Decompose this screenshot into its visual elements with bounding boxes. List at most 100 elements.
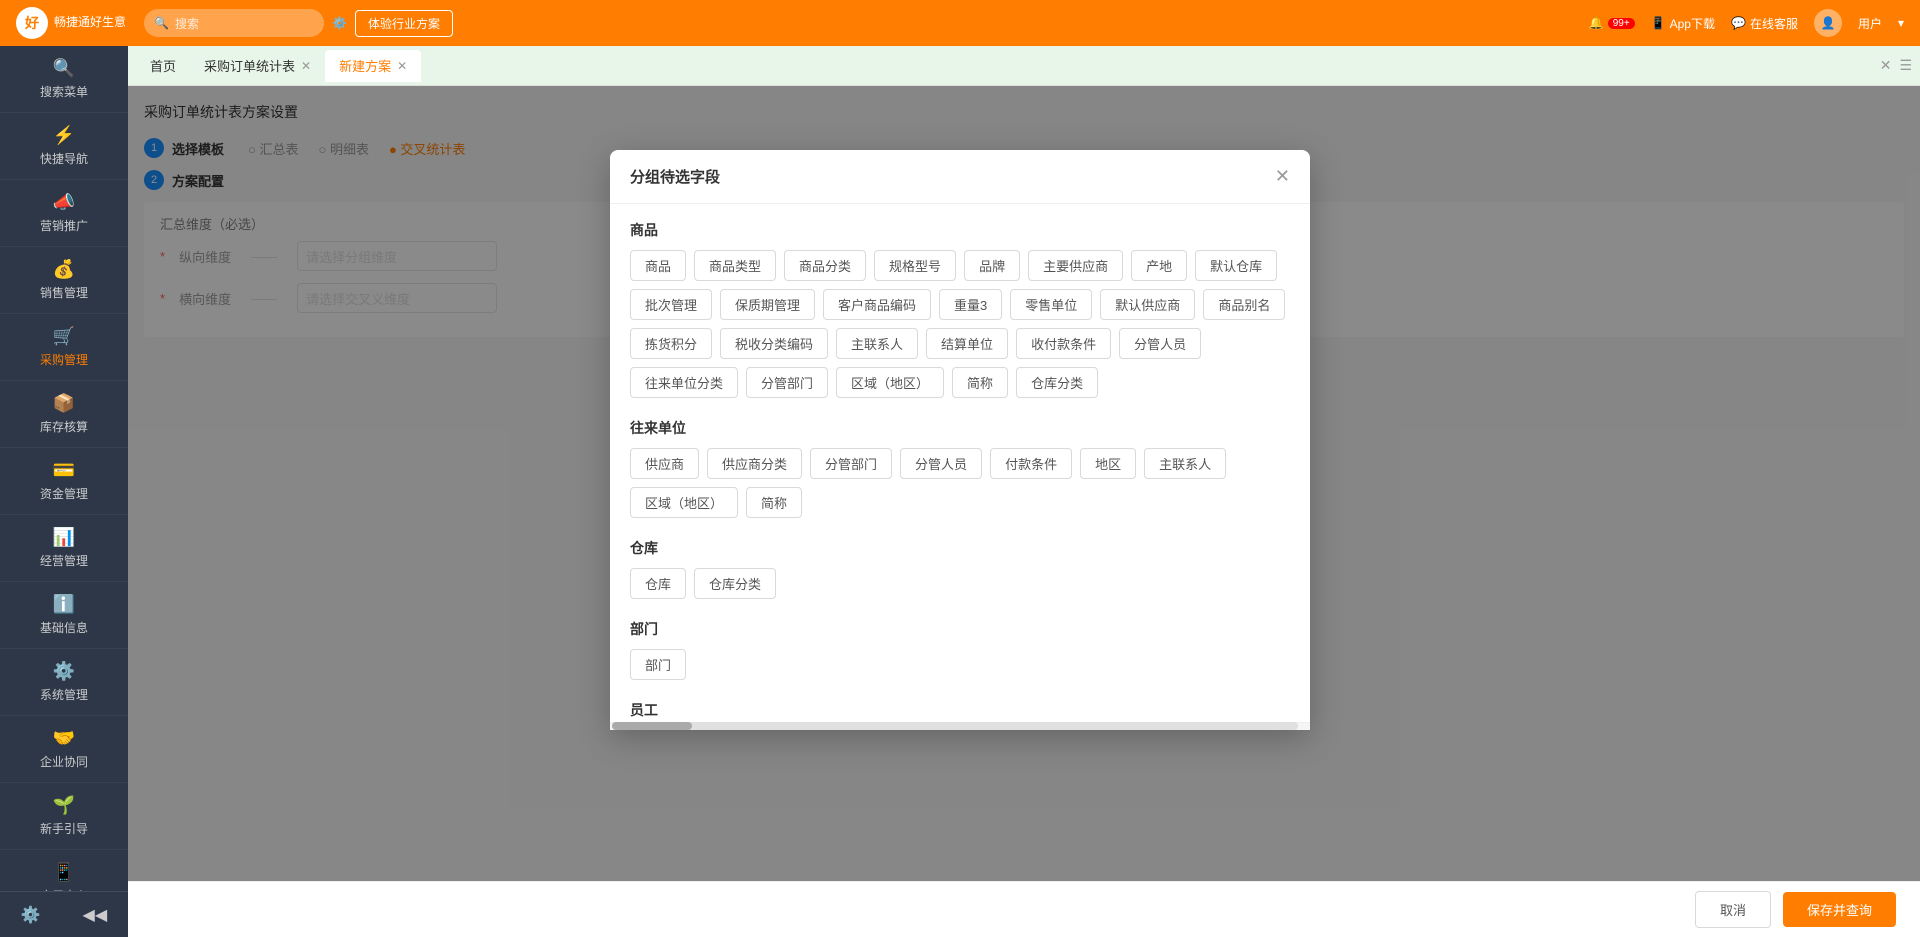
notification-icon: 🔔 [1589,16,1604,30]
field-tag[interactable]: 往来单位分类 [630,367,738,398]
sidebar-item-system[interactable]: ⚙️ 系统管理 [0,649,128,716]
tab-close-all-icon[interactable]: ✕ [1880,57,1892,74]
sidebar-item-label: 营销推广 [40,217,88,234]
field-tag[interactable]: 收付款条件 [1016,328,1111,359]
field-tag[interactable]: 结算单位 [926,328,1008,359]
sidebar-item-collab[interactable]: 🤝 企业协同 [0,716,128,783]
field-tag[interactable]: 商品类型 [694,250,776,281]
field-tag[interactable]: 付款条件 [990,448,1072,479]
field-tag[interactable]: 产地 [1131,250,1187,281]
sidebar-item-label: 搜索菜单 [40,83,88,100]
settings-icon[interactable]: ⚙️ [332,16,347,30]
field-tag[interactable]: 商品 [630,250,686,281]
field-group-employee: 员工 业务员 [630,700,1290,722]
sidebar-item-marketing[interactable]: 📣 营销推广 [0,180,128,247]
field-tag[interactable]: 分管部门 [746,367,828,398]
field-tag[interactable]: 供应商分类 [707,448,802,479]
header-right: 🔔 99+ 📱 App下载 💬 在线客服 👤 用户 ▾ [1589,9,1904,37]
sidebar-item-label: 新手引导 [40,820,88,837]
notification-item[interactable]: 🔔 99+ [1589,16,1635,30]
field-tag[interactable]: 部门 [630,649,686,680]
field-tag[interactable]: 分管人员 [1119,328,1201,359]
search-bar[interactable]: 🔍 搜索 [144,9,324,37]
field-tag[interactable]: 仓库分类 [1016,367,1098,398]
field-tag[interactable]: 简称 [952,367,1008,398]
sidebar-item-label: 销售管理 [40,284,88,301]
sidebar-item-label: 经营管理 [40,552,88,569]
sidebar-item-purchase[interactable]: 🛒 采购管理 [0,314,128,381]
field-tag[interactable]: 品牌 [964,250,1020,281]
collapse-icon[interactable]: ◀◀ [83,905,108,925]
field-tag[interactable]: 默认仓库 [1195,250,1277,281]
modal-header: 分组待选字段 ✕ [610,150,1310,204]
tab-new-scheme[interactable]: 新建方案 ✕ [325,50,421,82]
field-tag[interactable]: 税收分类编码 [720,328,828,359]
field-tag[interactable]: 供应商 [630,448,699,479]
settings-bottom-icon[interactable]: ⚙️ [21,905,41,925]
sidebar-item-guide[interactable]: 🌱 新手引导 [0,783,128,850]
field-group-title-partner: 往来单位 [630,418,1290,438]
field-tag[interactable]: 主要供应商 [1028,250,1123,281]
notification-badge: 99+ [1608,18,1635,29]
sidebar-item-inventory[interactable]: 📦 库存核算 [0,381,128,448]
sales-icon: 💰 [53,259,75,280]
field-tag[interactable]: 重量3 [939,289,1002,320]
chevron-down-icon: ▾ [1898,16,1904,30]
tab-close-icon[interactable]: ✕ [301,59,311,73]
sidebar-item-basic[interactable]: ℹ️ 基础信息 [0,582,128,649]
sidebar-bottom: ⚙️ ◀◀ [0,891,128,937]
field-tag[interactable]: 区域（地区） [630,487,738,518]
tab-home[interactable]: 首页 [136,50,190,82]
app-download-label: App下载 [1670,15,1715,32]
trial-btn[interactable]: 体验行业方案 [355,10,453,37]
field-group-product: 商品 商品 商品类型 商品分类 规格型号 品牌 主要供应商 产地 默认仓库 批次… [630,220,1290,398]
field-tag[interactable]: 分管部门 [810,448,892,479]
sidebar-item-label: 企业协同 [40,753,88,770]
collab-icon: 🤝 [53,728,75,749]
field-tags-warehouse: 仓库 仓库分类 [630,568,1290,599]
save-query-button[interactable]: 保存并查询 [1783,892,1896,927]
field-group-warehouse: 仓库 仓库 仓库分类 [630,538,1290,599]
appcenter-icon: 📱 [53,862,75,883]
app-download-item[interactable]: 📱 App下载 [1651,15,1715,32]
finance-icon: 💳 [53,460,75,481]
field-tag[interactable]: 主联系人 [836,328,918,359]
field-tag[interactable]: 拣货积分 [630,328,712,359]
field-tags-product: 商品 商品类型 商品分类 规格型号 品牌 主要供应商 产地 默认仓库 批次管理 … [630,250,1290,398]
cancel-button[interactable]: 取消 [1695,891,1771,928]
field-group-title-employee: 员工 [630,700,1290,720]
field-group-partner: 往来单位 供应商 供应商分类 分管部门 分管人员 付款条件 地区 主联系人 区域… [630,418,1290,518]
field-tag[interactable]: 商品别名 [1203,289,1285,320]
field-tag[interactable]: 分管人员 [900,448,982,479]
field-tag[interactable]: 区域（地区） [836,367,944,398]
avatar[interactable]: 👤 [1814,9,1842,37]
field-tag[interactable]: 批次管理 [630,289,712,320]
sidebar-item-operation[interactable]: 📊 经营管理 [0,515,128,582]
sidebar-item-quicknav[interactable]: ⚡ 快捷导航 [0,113,128,180]
operation-icon: 📊 [53,527,75,548]
field-tag[interactable]: 保质期管理 [720,289,815,320]
field-tag[interactable]: 客户商品编码 [823,289,931,320]
online-service-item[interactable]: 💬 在线客服 [1731,15,1798,32]
field-tag[interactable]: 仓库分类 [694,568,776,599]
tab-purchase-stats[interactable]: 采购订单统计表 ✕ [190,50,325,82]
search-placeholder: 搜索 [175,15,199,32]
field-tag[interactable]: 默认供应商 [1100,289,1195,320]
tab-label: 首页 [150,56,176,75]
field-tag[interactable]: 规格型号 [874,250,956,281]
field-tag[interactable]: 商品分类 [784,250,866,281]
sidebar-item-sales[interactable]: 💰 销售管理 [0,247,128,314]
field-tag[interactable]: 仓库 [630,568,686,599]
field-tag[interactable]: 零售单位 [1010,289,1092,320]
modal-hscroll[interactable] [610,722,1310,730]
tab-bar-right: ✕ ☰ [1880,57,1912,74]
sidebar-item-finance[interactable]: 💳 资金管理 [0,448,128,515]
tab-menu-icon[interactable]: ☰ [1899,57,1912,74]
sidebar-item-search[interactable]: 🔍 搜索菜单 [0,46,128,113]
field-group-title-product: 商品 [630,220,1290,240]
modal-close-btn[interactable]: ✕ [1275,166,1290,187]
field-tag[interactable]: 主联系人 [1144,448,1226,479]
field-tag[interactable]: 地区 [1080,448,1136,479]
field-tag[interactable]: 简称 [746,487,802,518]
tab-close-icon[interactable]: ✕ [397,59,407,73]
